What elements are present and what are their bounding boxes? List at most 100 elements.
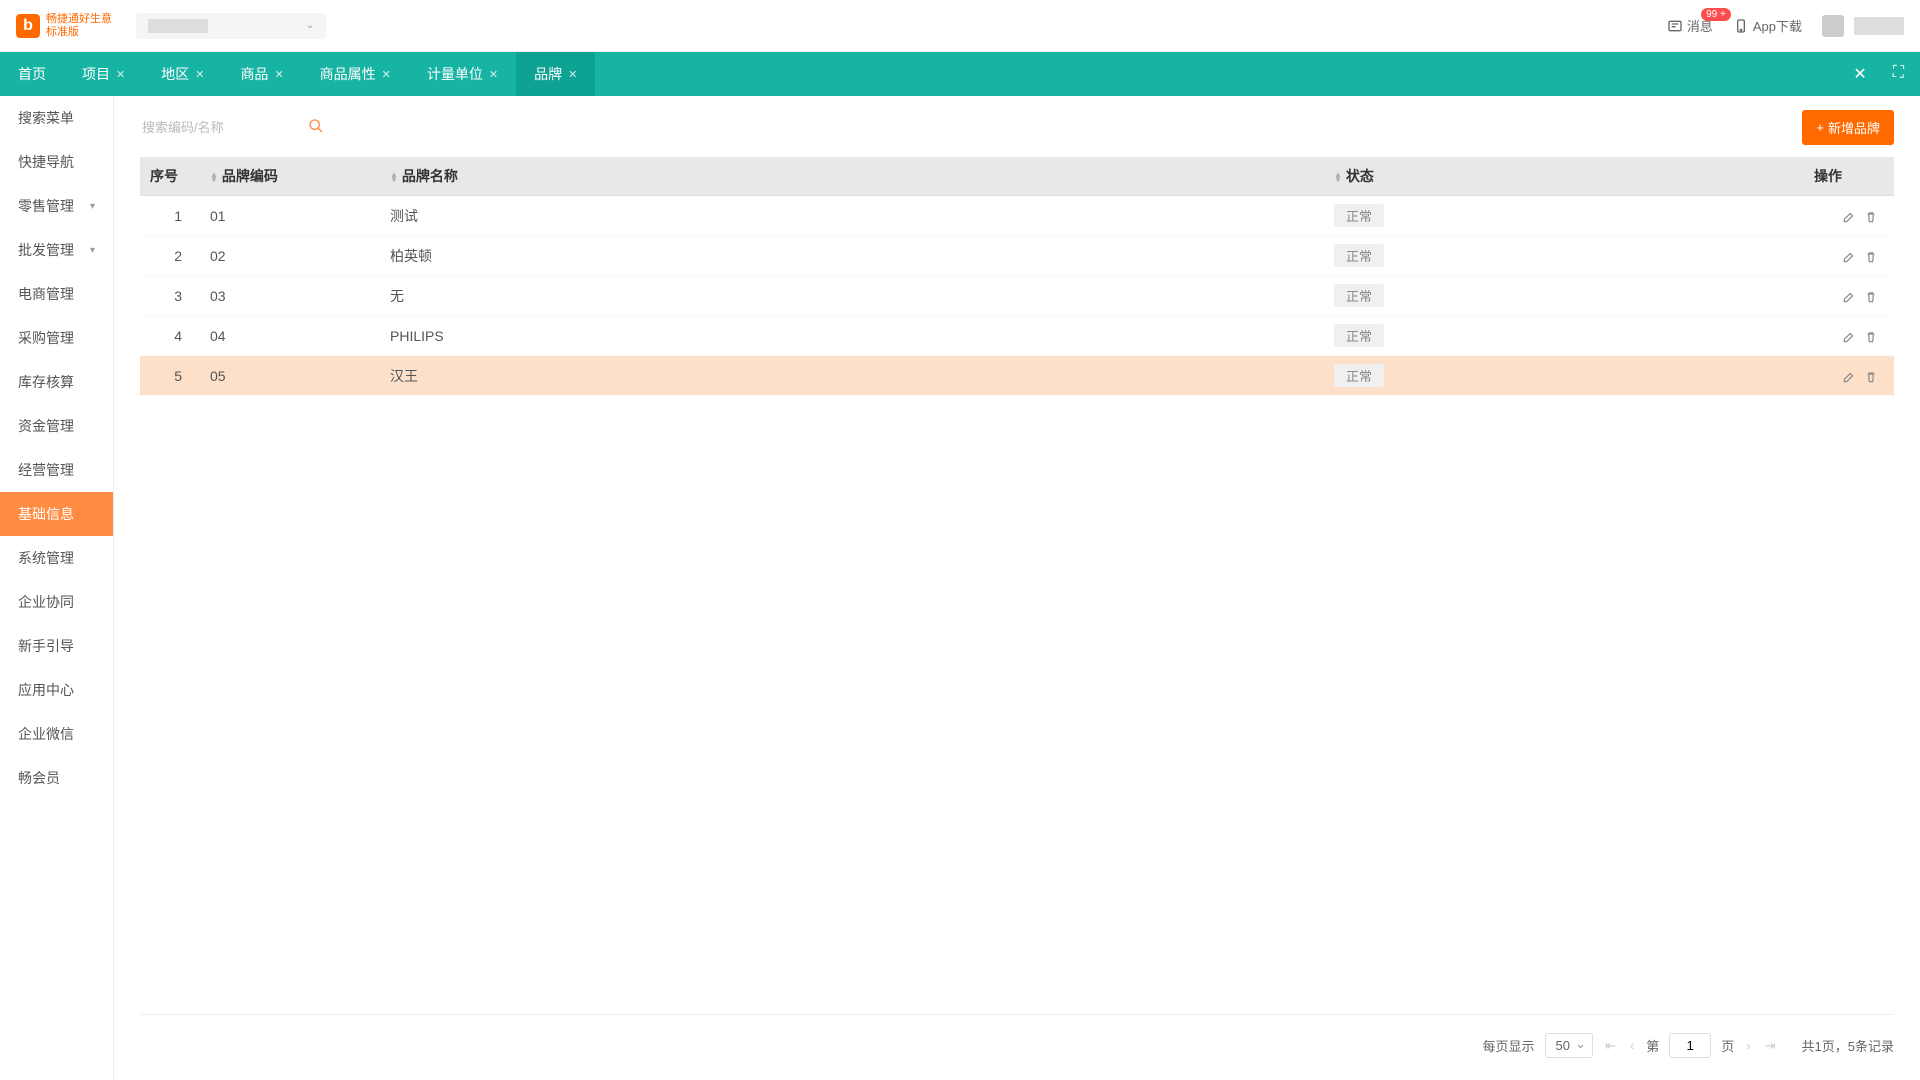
tab-label: 计量单位	[427, 64, 483, 84]
first-page-button[interactable]: ⇤	[1603, 1038, 1618, 1054]
tab-地区[interactable]: 地区✕	[143, 52, 222, 96]
sidebar-item-零售管理[interactable]: 零售管理 ▾	[0, 184, 113, 228]
sidebar-item-经营管理[interactable]: 经营管理	[0, 448, 113, 492]
page-input[interactable]	[1669, 1033, 1711, 1058]
sort-icon: ▲▼	[210, 172, 218, 182]
delete-button[interactable]	[1864, 247, 1878, 263]
org-selector[interactable]: ⌄	[136, 13, 326, 39]
cell-status: 正常	[1324, 236, 1804, 276]
sidebar-item-畅会员[interactable]: 畅会员	[0, 756, 113, 800]
tab-首页[interactable]: 首页	[0, 52, 64, 96]
sidebar-item-快捷导航[interactable]: 快捷导航	[0, 140, 113, 184]
table-row[interactable]: 101测试正常	[140, 196, 1894, 236]
cell-name: PHILIPS	[380, 316, 1324, 356]
close-icon[interactable]: ✕	[489, 68, 498, 81]
messages-badge: 99 +	[1701, 8, 1731, 21]
toolbar: + 新增品牌	[140, 110, 1894, 145]
close-icon[interactable]: ✕	[568, 68, 577, 81]
close-icon[interactable]: ✕	[195, 68, 204, 81]
sidebar-item-label: 零售管理	[18, 196, 74, 216]
tab-计量单位[interactable]: 计量单位 ✕	[409, 52, 516, 96]
edit-button[interactable]	[1842, 247, 1856, 263]
delete-button[interactable]	[1864, 287, 1878, 303]
status-badge: 正常	[1334, 324, 1384, 347]
org-name-placeholder	[148, 19, 208, 33]
delete-button[interactable]	[1864, 207, 1878, 223]
logo-main-text: 畅捷通好生意	[46, 13, 112, 25]
col-seq-header[interactable]: 序号	[140, 157, 200, 196]
tab-项目[interactable]: 项目 ✕	[64, 52, 143, 96]
sidebar-item-应用中心[interactable]: 应用中心	[0, 668, 113, 712]
pagination-summary: 共1页，5条记录	[1802, 1036, 1894, 1055]
search-input[interactable]	[140, 114, 300, 142]
close-icon[interactable]: ✕	[274, 68, 283, 81]
cell-seq: 5	[140, 356, 200, 396]
cell-code: 04	[200, 316, 380, 356]
edit-button[interactable]	[1842, 287, 1856, 303]
tab-商品[interactable]: 商品 ✕	[222, 52, 301, 96]
add-button-label: 新增品牌	[1828, 118, 1880, 137]
sort-icon: ▲▼	[390, 172, 398, 182]
close-icon[interactable]: ✕	[116, 68, 125, 81]
last-page-button[interactable]: ⇥	[1763, 1038, 1778, 1054]
col-name-header[interactable]: ▲▼品牌名称	[380, 157, 1324, 196]
cell-name: 测试	[380, 196, 1324, 236]
per-page-label: 每页显示	[1483, 1036, 1535, 1055]
sidebar-item-label: 批发管理	[18, 240, 74, 260]
close-tab-action[interactable]: ✕	[1847, 60, 1872, 88]
close-icon[interactable]: ✕	[382, 68, 391, 81]
table-row[interactable]: 202柏英顿正常	[140, 236, 1894, 276]
cell-name: 无	[380, 276, 1324, 316]
edit-icon	[1842, 330, 1856, 344]
per-page-select[interactable]: 50	[1545, 1033, 1593, 1058]
search-icon[interactable]	[308, 118, 324, 137]
trash-icon	[1864, 290, 1878, 304]
messages-button[interactable]: 消息 99 +	[1667, 16, 1713, 35]
cell-status: 正常	[1324, 316, 1804, 356]
table-row[interactable]: 404PHILIPS正常	[140, 316, 1894, 356]
sidebar-item-新手引导[interactable]: 新手引导	[0, 624, 113, 668]
sidebar-item-库存核算[interactable]: 库存核算	[0, 360, 113, 404]
cell-action	[1804, 316, 1894, 356]
table-row[interactable]: 303无正常	[140, 276, 1894, 316]
sidebar-item-label: 采购管理	[18, 328, 74, 348]
add-brand-button[interactable]: + 新增品牌	[1802, 110, 1894, 145]
message-icon	[1667, 18, 1683, 34]
fullscreen-action[interactable]: ⛶	[1887, 60, 1910, 88]
prev-page-button[interactable]: ‹	[1628, 1038, 1636, 1053]
sidebar-item-电商管理[interactable]: 电商管理	[0, 272, 113, 316]
tab-商品属性[interactable]: 商品属性✕	[302, 52, 409, 96]
cell-seq: 1	[140, 196, 200, 236]
user-menu[interactable]	[1822, 15, 1904, 37]
app-download-button[interactable]: App下载	[1733, 16, 1802, 35]
edit-icon	[1842, 250, 1856, 264]
sidebar-item-系统管理[interactable]: 系统管理	[0, 536, 113, 580]
tab-bar: 首页项目✕地区✕商品✕商品属性✕计量单位✕品牌✕ ✕ ⛶	[0, 52, 1920, 96]
edit-button[interactable]	[1842, 207, 1856, 223]
sidebar-item-资金管理[interactable]: 资金管理	[0, 404, 113, 448]
tab-label: 项目	[82, 64, 110, 84]
edit-button[interactable]	[1842, 327, 1856, 343]
table-row[interactable]: 505汉王正常	[140, 356, 1894, 396]
tab-label: 商品	[240, 64, 268, 84]
sidebar-item-采购管理[interactable]: 采购管理	[0, 316, 113, 360]
col-status-header[interactable]: ▲▼状态	[1324, 157, 1804, 196]
cell-seq: 3	[140, 276, 200, 316]
next-page-button[interactable]: ›	[1744, 1038, 1752, 1053]
edit-button[interactable]	[1842, 367, 1856, 383]
tab-label: 首页	[18, 64, 46, 84]
sidebar-item-基础信息[interactable]: 基础信息	[0, 492, 113, 536]
status-badge: 正常	[1334, 364, 1384, 387]
sidebar-item-搜索菜单[interactable]: 搜索菜单	[0, 96, 113, 140]
col-code-header[interactable]: ▲▼品牌编码	[200, 157, 380, 196]
delete-button[interactable]	[1864, 367, 1878, 383]
sidebar-item-企业微信[interactable]: 企业微信	[0, 712, 113, 756]
sidebar-item-批发管理[interactable]: 批发管理▾	[0, 228, 113, 272]
sidebar-item-label: 经营管理	[18, 460, 74, 480]
cell-status: 正常	[1324, 276, 1804, 316]
caret-down-icon: ▾	[90, 201, 95, 212]
sidebar-item-企业协同[interactable]: 企业协同	[0, 580, 113, 624]
delete-button[interactable]	[1864, 327, 1878, 343]
tab-品牌[interactable]: 品牌✕	[516, 52, 595, 96]
edit-icon	[1842, 290, 1856, 304]
